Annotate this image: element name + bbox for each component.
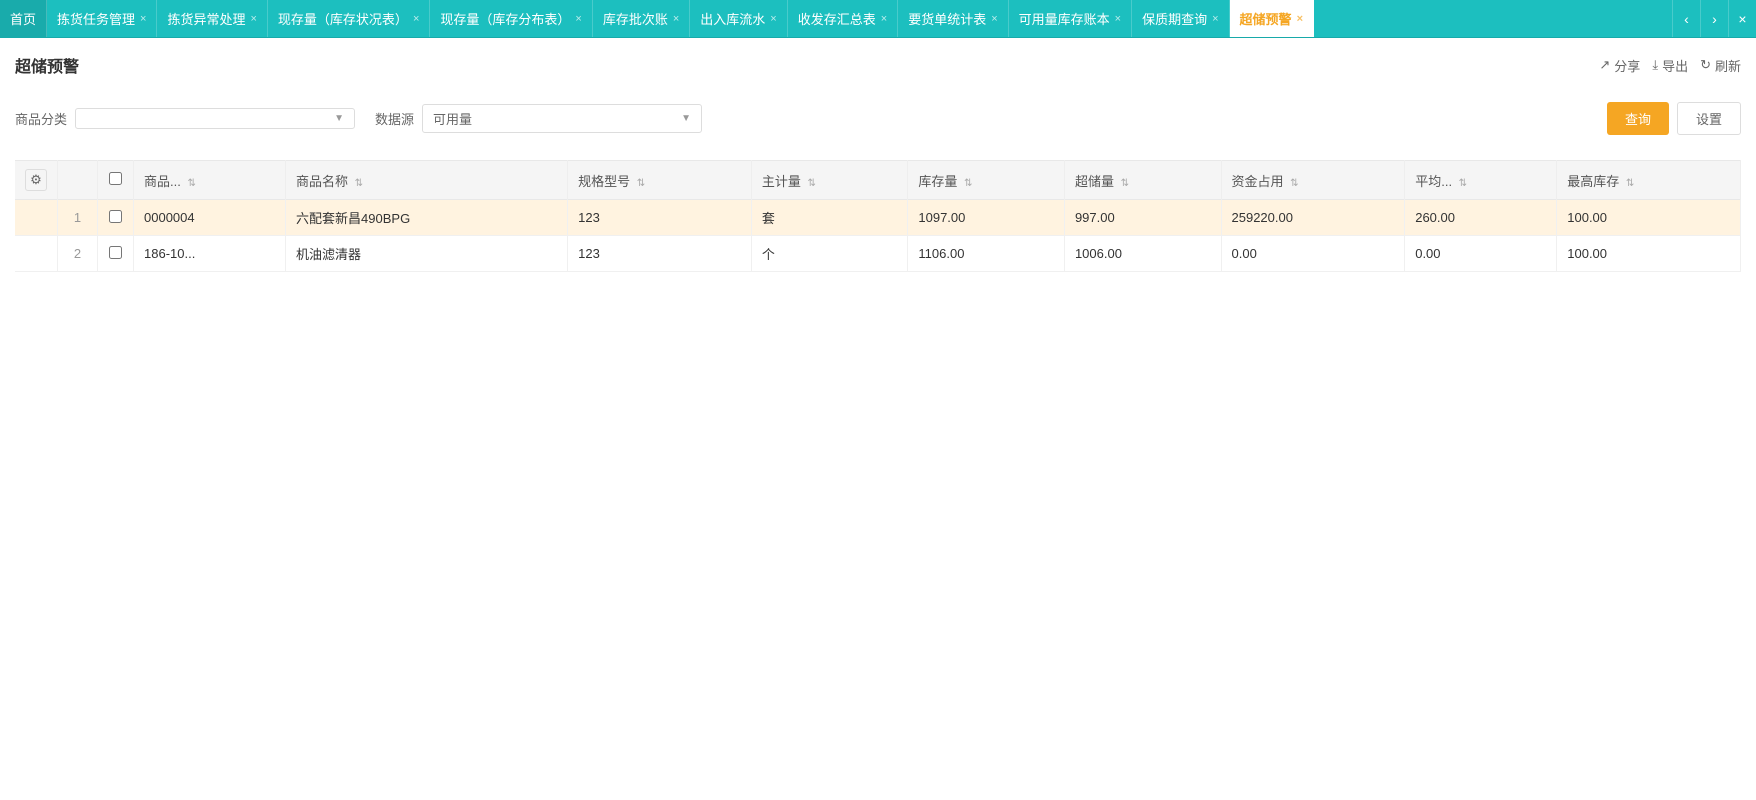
close-icon[interactable]: × [1212,13,1218,25]
nav-receipt-summary[interactable]: 收发存汇总表 × [788,0,898,38]
row-capital: 0.00 [1221,236,1405,272]
row-checkbox-cell [98,200,134,236]
share-button[interactable]: ↗ 分享 [1599,56,1640,75]
page-title: 超储预警 [15,53,79,77]
table-header-unit[interactable]: 主计量 ⇅ [751,161,908,200]
select-all-checkbox[interactable] [109,172,122,185]
row-product-name: 六配套新昌490BPG [286,200,568,236]
top-navigation: 首页 拣货任务管理 × 拣货异常处理 × 现存量（库存状况表） × 现存量（库存… [0,0,1756,38]
close-icon[interactable]: × [140,13,146,25]
close-icon[interactable]: × [413,13,419,25]
product-category-label: 商品分类 [15,109,67,128]
product-category-select[interactable]: ▼ [75,108,355,129]
nav-close-all-button[interactable]: × [1728,0,1756,38]
row-settings-cell [15,200,58,236]
row-avg: 0.00 [1405,236,1557,272]
filter-area: 商品分类 ▼ 数据源 可用量 ▼ 查询 设置 [15,92,1741,145]
nav-in-out-flow[interactable]: 出入库流水 × [690,0,787,38]
close-icon[interactable]: × [881,13,887,25]
row-max-stock: 100.00 [1557,200,1741,236]
export-button[interactable]: ⤓ 导出 [1652,56,1688,75]
nav-pick-task[interactable]: 拣货任务管理 × [47,0,157,38]
row-product-code: 0000004 [134,200,286,236]
row-checkbox[interactable] [109,210,122,223]
close-icon[interactable]: × [575,13,581,25]
close-icon[interactable]: × [770,13,776,25]
table-header-product-name[interactable]: 商品名称 ⇅ [286,161,568,200]
filter-actions: 查询 设置 [1607,102,1741,135]
row-index: 2 [58,236,98,272]
nav-stock-status[interactable]: 现存量（库存状况表） × [268,0,430,38]
row-product-code: 186-10... [134,236,286,272]
row-spec: 123 [568,236,752,272]
nav-batch-account[interactable]: 库存批次账 × [593,0,690,38]
query-button[interactable]: 查询 [1607,102,1669,135]
row-checkbox-cell [98,236,134,272]
data-source-select[interactable]: 可用量 ▼ [422,104,702,133]
data-source-filter: 数据源 可用量 ▼ [375,104,702,133]
row-max-stock: 100.00 [1557,236,1741,272]
table-header-row: ⚙ 商品... ⇅ 商品名称 ⇅ 规格型号 ⇅ 主计量 ⇅ [15,161,1741,200]
table-row: 2 186-10... 机油滤清器 123 个 1106.00 1006.00 … [15,236,1741,272]
nav-requisition-stats[interactable]: 要货单统计表 × [898,0,1008,38]
row-overstock: 1006.00 [1064,236,1221,272]
row-index: 1 [58,200,98,236]
row-product-name: 机油滤清器 [286,236,568,272]
row-overstock: 997.00 [1064,200,1221,236]
close-icon[interactable]: × [1297,13,1303,25]
table-header-max-stock[interactable]: 最高库存 ⇅ [1557,161,1741,200]
nav-pick-exception[interactable]: 拣货异常处理 × [157,0,267,38]
table-header-settings: ⚙ [15,161,58,200]
row-stock: 1106.00 [908,236,1065,272]
row-avg: 260.00 [1405,200,1557,236]
table-header-index [58,161,98,200]
row-spec: 123 [568,200,752,236]
nav-overstock-warning[interactable]: 超储预警 × [1230,0,1314,38]
data-source-label: 数据源 [375,109,414,128]
table-header-avg[interactable]: 平均... ⇅ [1405,161,1557,200]
nav-available-stock[interactable]: 可用量库存账本 × [1009,0,1132,38]
row-capital: 259220.00 [1221,200,1405,236]
table-header-capital[interactable]: 资金占用 ⇅ [1221,161,1405,200]
close-icon[interactable]: × [1115,13,1121,25]
close-icon[interactable]: × [991,13,997,25]
page-header: 超储预警 ↗ 分享 ⤓ 导出 ↻ 刷新 [15,53,1741,77]
header-actions: ↗ 分享 ⤓ 导出 ↻ 刷新 [1599,56,1741,75]
settings-icon[interactable]: ⚙ [25,169,47,191]
chevron-down-icon: ▼ [681,113,691,124]
nav-scroll-right-button[interactable]: › [1700,0,1728,38]
share-icon: ↗ [1599,57,1610,73]
chevron-down-icon: ▼ [334,113,344,124]
nav-scroll-left-button[interactable]: ‹ [1672,0,1700,38]
settings-button[interactable]: 设置 [1677,102,1741,135]
product-category-filter: 商品分类 ▼ [15,108,355,129]
nav-stock-distribution[interactable]: 现存量（库存分布表） × [430,0,592,38]
page-content: 超储预警 ↗ 分享 ⤓ 导出 ↻ 刷新 商品分类 ▼ 数据源 [0,38,1756,800]
table-header-overstock[interactable]: 超储量 ⇅ [1064,161,1221,200]
refresh-button[interactable]: ↻ 刷新 [1700,56,1741,75]
close-icon[interactable]: × [250,13,256,25]
row-checkbox[interactable] [109,246,122,259]
table-header-product-code[interactable]: 商品... ⇅ [134,161,286,200]
data-source-value: 可用量 [433,109,472,128]
export-icon: ⤓ [1652,57,1658,73]
row-unit: 套 [751,200,908,236]
table-header-stock[interactable]: 库存量 ⇅ [908,161,1065,200]
table-header-checkbox [98,161,134,200]
table-row: 1 0000004 六配套新昌490BPG 123 套 1097.00 997.… [15,200,1741,236]
refresh-icon: ↻ [1700,57,1711,73]
row-stock: 1097.00 [908,200,1065,236]
table-header-spec[interactable]: 规格型号 ⇅ [568,161,752,200]
nav-home[interactable]: 首页 [0,0,47,38]
row-settings-cell [15,236,58,272]
row-unit: 个 [751,236,908,272]
close-icon[interactable]: × [673,13,679,25]
nav-shelf-life[interactable]: 保质期查询 × [1132,0,1229,38]
data-table: ⚙ 商品... ⇅ 商品名称 ⇅ 规格型号 ⇅ 主计量 ⇅ [15,160,1741,272]
